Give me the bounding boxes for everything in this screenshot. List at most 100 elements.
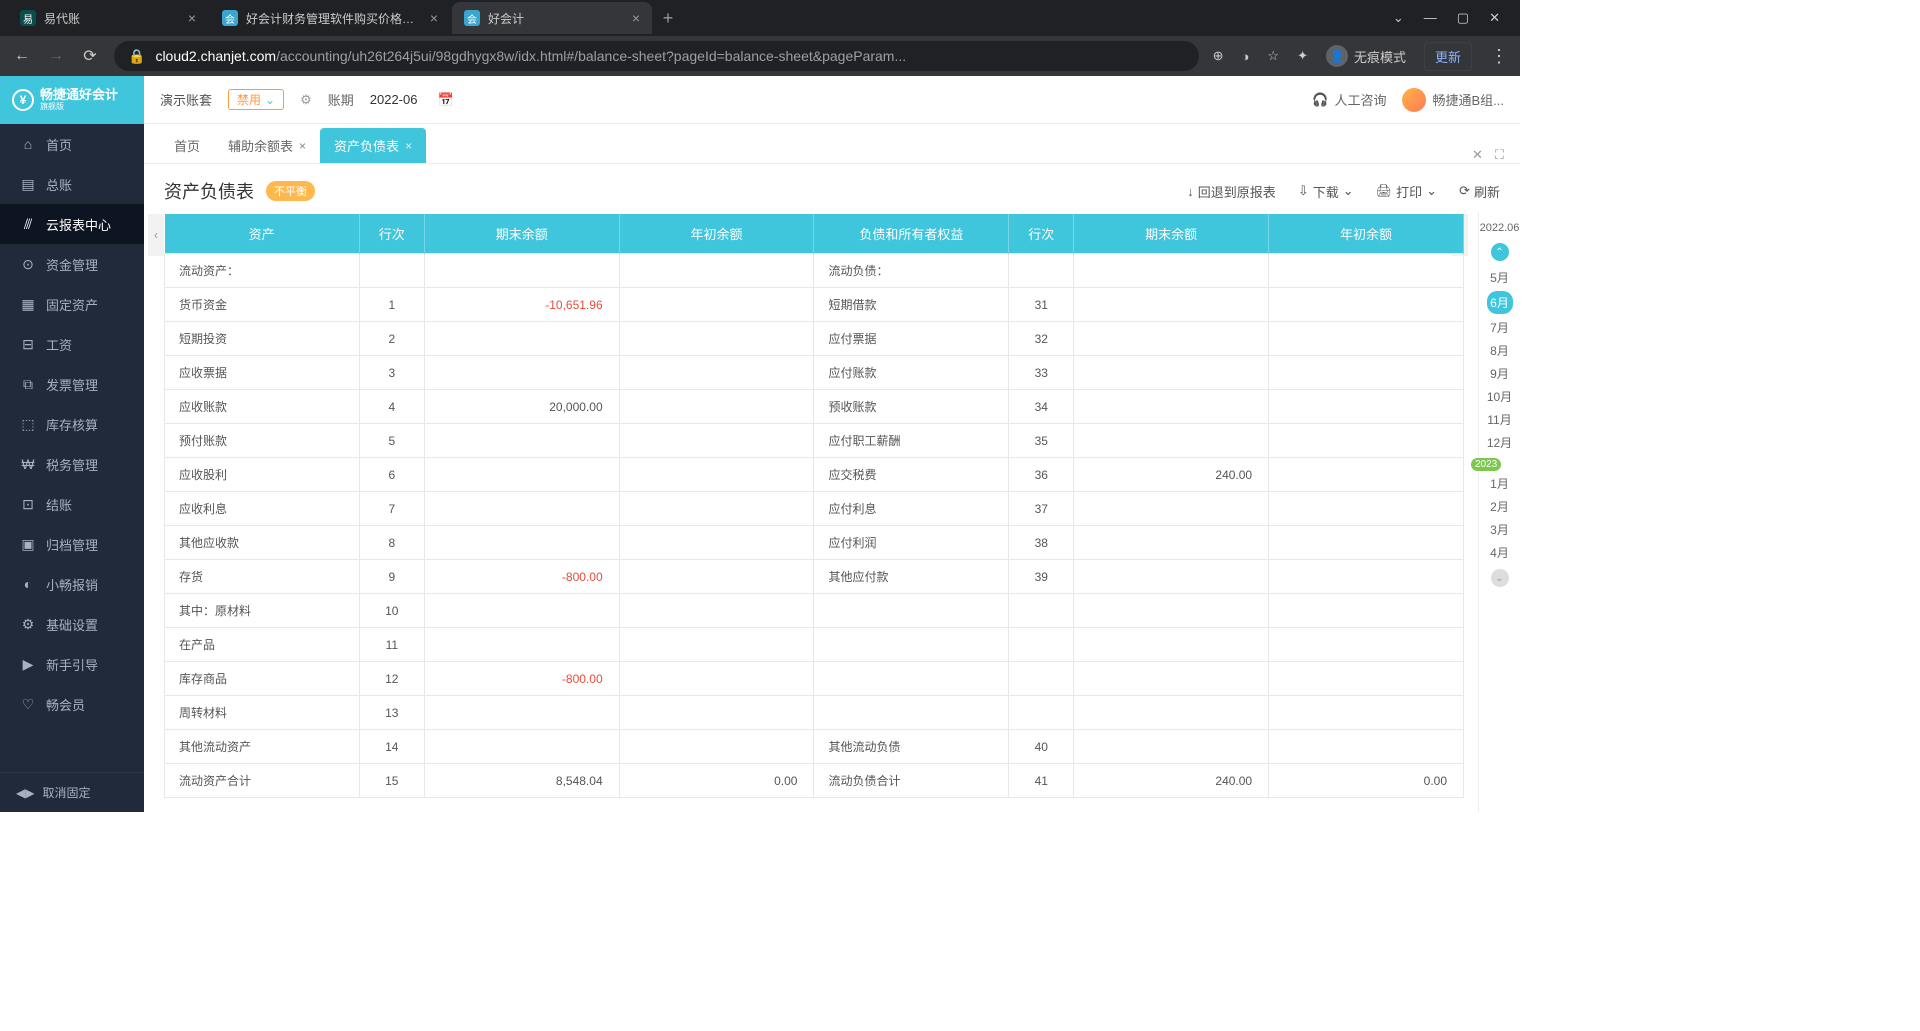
table-row[interactable]: 库存商品 12 -800.00 xyxy=(165,662,1464,696)
page-tab-home[interactable]: 首页 xyxy=(160,128,214,163)
sidebar-item-12[interactable]: ⚙基础设置 xyxy=(0,604,144,644)
table-row[interactable]: 流动资产： 流动负债： xyxy=(165,254,1464,288)
sidebar-item-6[interactable]: ⧉发票管理 xyxy=(0,364,144,404)
month-option[interactable]: 12月 xyxy=(1487,431,1513,454)
sidebar-item-3[interactable]: ⊙资金管理 xyxy=(0,244,144,284)
table-row[interactable]: 应收票据 3 应付账款 33 xyxy=(165,356,1464,390)
close-all-icon[interactable]: ✕ xyxy=(1472,147,1483,163)
asset-label: 周转材料 xyxy=(165,696,360,730)
gear-icon[interactable]: ⚙ xyxy=(300,92,312,108)
table-row[interactable]: 短期投资 2 应付票据 32 xyxy=(165,322,1464,356)
month-option[interactable]: 8月 xyxy=(1487,339,1513,362)
download-button[interactable]: ⇩下载⌄ xyxy=(1298,182,1354,201)
period-label: 账期 xyxy=(328,90,354,109)
close-icon[interactable]: × xyxy=(299,139,306,153)
sidebar-icon: ◐ xyxy=(20,576,36,592)
star-icon[interactable]: ☆ xyxy=(1267,48,1279,64)
table-row[interactable]: 其他应收款 8 应付利润 38 xyxy=(165,526,1464,560)
puzzle-icon[interactable]: ✦ xyxy=(1297,48,1308,64)
calendar-icon[interactable]: 📅 xyxy=(437,92,453,108)
sidebar-item-14[interactable]: ♡畅会员 xyxy=(0,684,144,724)
kebab-menu-icon[interactable]: ⋮ xyxy=(1490,46,1508,67)
sidebar-item-label: 结账 xyxy=(46,495,72,514)
sidebar-item-7[interactable]: ⬚库存核算 xyxy=(0,404,144,444)
table-row[interactable]: 应收账款 4 20,000.00 预收账款 34 xyxy=(165,390,1464,424)
browser-tab-active[interactable]: 会 好会计 × xyxy=(452,2,652,34)
user-menu[interactable]: 畅捷通B组... xyxy=(1402,88,1504,112)
sidebar-unpin[interactable]: ◀▶ 取消固定 xyxy=(0,772,144,812)
sidebar-item-9[interactable]: ⊡结账 xyxy=(0,484,144,524)
zoom-icon[interactable]: ⊕ xyxy=(1213,48,1224,64)
url-path: /accounting/uh26t264j5ui/98gdhygx8w/idx.… xyxy=(276,48,906,64)
sidebar-item-13[interactable]: ▶新手引导 xyxy=(0,644,144,684)
month-down-button[interactable]: ⌄ xyxy=(1491,569,1509,587)
sidebar-item-2[interactable]: ⫻云报表中心 xyxy=(0,204,144,244)
maximize-icon[interactable]: ▢ xyxy=(1457,10,1469,26)
month-up-button[interactable]: ⌃ xyxy=(1491,243,1509,261)
sidebar-item-11[interactable]: ◐小畅报销 xyxy=(0,564,144,604)
account-name[interactable]: 演示账套 xyxy=(160,90,212,109)
month-option[interactable]: 7月 xyxy=(1487,316,1513,339)
table-row[interactable]: 流动资产合计 15 8,548.04 0.00 流动负债合计 41 240.00… xyxy=(165,764,1464,798)
new-tab-button[interactable]: + xyxy=(654,4,682,32)
month-option[interactable]: 10月 xyxy=(1487,385,1513,408)
support-button[interactable]: 🎧 人工咨询 xyxy=(1312,90,1386,109)
browser-tab[interactable]: 易 易代账 × xyxy=(8,2,208,34)
table-row[interactable]: 货币资金 1 -10,651.96 短期借款 31 xyxy=(165,288,1464,322)
sidebar-item-0[interactable]: ⌂首页 xyxy=(0,124,144,164)
rollback-button[interactable]: ↓回退到原报表 xyxy=(1187,182,1276,201)
period-value[interactable]: 2022-06 xyxy=(370,92,418,107)
liab-row-num: 39 xyxy=(1009,560,1074,594)
liab-begin-balance xyxy=(1269,526,1464,560)
sidebar-item-8[interactable]: ₩税务管理 xyxy=(0,444,144,484)
reload-icon[interactable]: ⟳ xyxy=(80,46,100,66)
month-option[interactable]: 6月 xyxy=(1487,291,1513,314)
tab-close-icon[interactable]: × xyxy=(430,10,438,26)
close-icon[interactable]: ✕ xyxy=(1489,10,1500,26)
month-option[interactable]: 3月 xyxy=(1490,518,1509,541)
table-row[interactable]: 周转材料 13 xyxy=(165,696,1464,730)
month-option[interactable]: 5月 xyxy=(1487,266,1513,289)
month-option[interactable]: 4月 xyxy=(1490,541,1509,564)
disable-button[interactable]: 禁用 ⌄ xyxy=(228,89,284,110)
table-row[interactable]: 其他流动资产 14 其他流动负债 40 xyxy=(165,730,1464,764)
month-option[interactable]: 2月 xyxy=(1490,495,1509,518)
sidebar-logo[interactable]: ¥ 畅捷通好会计 旗舰版 xyxy=(0,76,144,124)
headset-icon: 🎧 xyxy=(1312,92,1328,108)
table-row[interactable]: 在产品 11 xyxy=(165,628,1464,662)
table-row[interactable]: 预付账款 5 应付职工薪酬 35 xyxy=(165,424,1464,458)
minimize-icon[interactable]: ― xyxy=(1424,10,1437,26)
table-row[interactable]: 应收利息 7 应付利息 37 xyxy=(165,492,1464,526)
browser-tab[interactable]: 会 好会计财务管理软件购买价格及... × xyxy=(210,2,450,34)
liab-row-num: 31 xyxy=(1009,288,1074,322)
month-option[interactable]: 11月 xyxy=(1487,408,1513,431)
sidebar-item-1[interactable]: ▤总账 xyxy=(0,164,144,204)
sidebar-item-10[interactable]: ▣归档管理 xyxy=(0,524,144,564)
table-row[interactable]: 存货 9 -800.00 其他应付款 39 xyxy=(165,560,1464,594)
forward-icon[interactable]: → xyxy=(46,47,66,65)
update-button[interactable]: 更新 xyxy=(1424,42,1472,71)
print-button[interactable]: 🖨打印⌄ xyxy=(1376,182,1437,201)
month-option[interactable]: 9月 xyxy=(1487,362,1513,385)
page-tab-balance-sheet[interactable]: 资产负债表× xyxy=(320,128,426,163)
extension-icon[interactable]: ◑ xyxy=(1242,49,1250,64)
sidebar-item-4[interactable]: ▦固定资产 xyxy=(0,284,144,324)
table-row[interactable]: 应收股利 6 应交税费 36 240.00 xyxy=(165,458,1464,492)
year-label: 2022.06 xyxy=(1480,218,1520,238)
back-icon[interactable]: ← xyxy=(12,47,32,65)
refresh-button[interactable]: ⟳刷新 xyxy=(1459,182,1500,201)
tab-close-icon[interactable]: × xyxy=(188,10,196,26)
tab-close-icon[interactable]: × xyxy=(632,10,640,26)
table-row[interactable]: 其中：原材料 10 xyxy=(165,594,1464,628)
close-icon[interactable]: × xyxy=(405,139,412,153)
month-option[interactable]: 1月 xyxy=(1490,472,1509,495)
liab-end-balance xyxy=(1074,356,1269,390)
sidebar-item-5[interactable]: ⊟工资 xyxy=(0,324,144,364)
url-input[interactable]: 🔒 cloud2.chanjet.com/accounting/uh26t264… xyxy=(114,41,1199,71)
chevron-down-icon[interactable]: ⌄ xyxy=(1393,10,1404,26)
page-tab-aux-balance[interactable]: 辅助余额表× xyxy=(214,128,320,163)
topbar: 演示账套 禁用 ⌄ ⚙ 账期 2022-06 📅 🎧 人工咨询 畅捷通B组... xyxy=(144,76,1520,124)
tab-title: 易代账 xyxy=(44,10,180,27)
fullscreen-icon[interactable]: ⛶ xyxy=(1495,147,1504,163)
asset-end-balance xyxy=(424,492,619,526)
